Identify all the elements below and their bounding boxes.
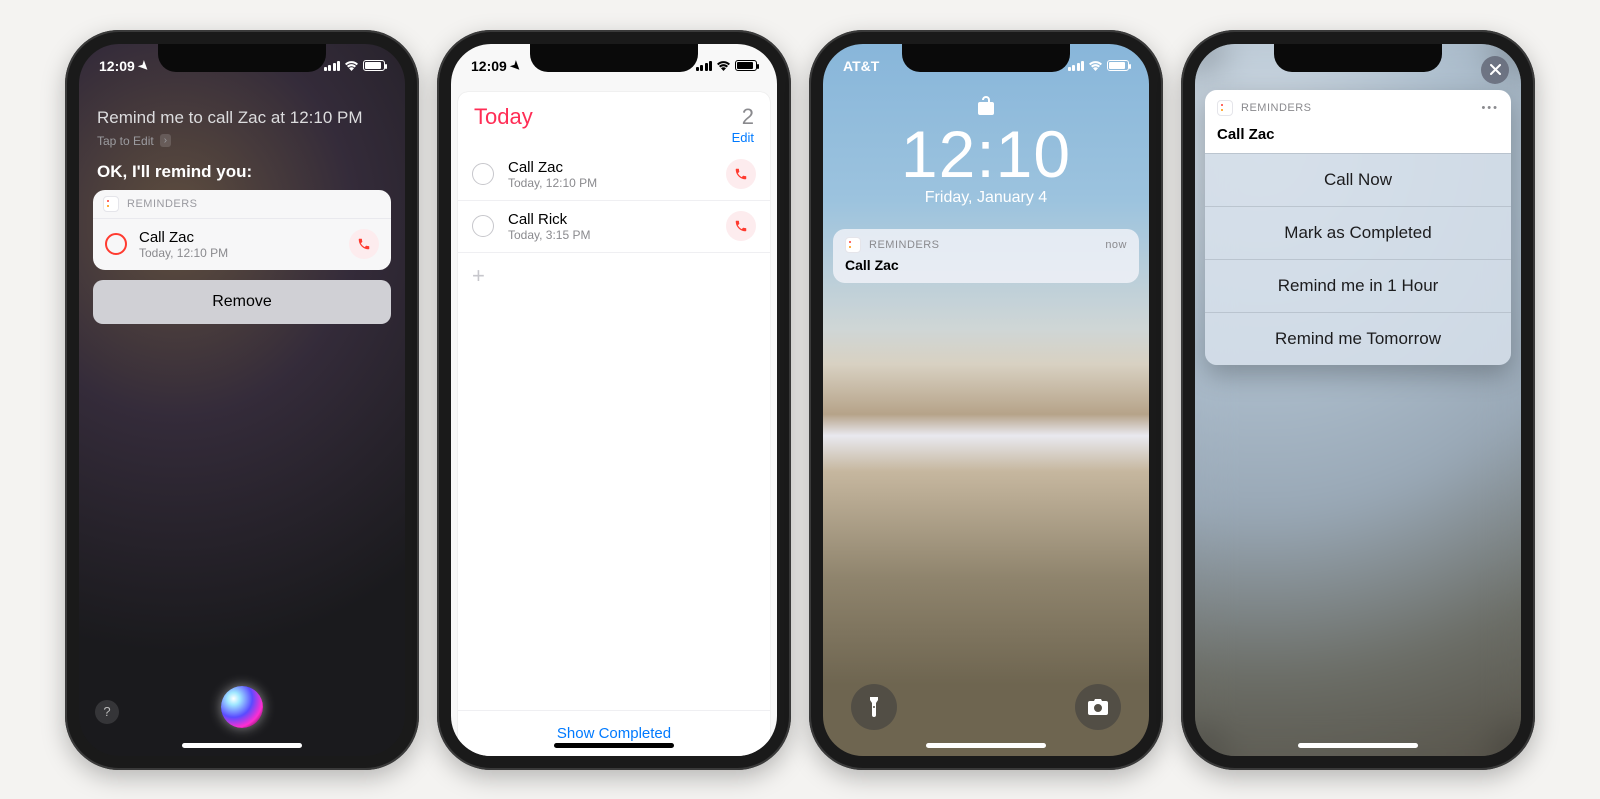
siri-response: OK, I'll remind you: <box>97 162 387 182</box>
action-call-now[interactable]: Call Now <box>1205 153 1511 206</box>
phone-notification-expanded: REMINDERS ••• Call Zac Call Now Mark as … <box>1181 30 1535 770</box>
reminder-subtitle: Today, 12:10 PM <box>508 176 597 190</box>
reminder-checkbox[interactable] <box>472 163 494 185</box>
siri-help-button[interactable]: ? <box>95 700 119 724</box>
lock-time: 12:10 <box>901 121 1071 187</box>
reminders-app-icon <box>103 196 119 212</box>
card-app-label: REMINDERS <box>127 198 198 210</box>
reminder-title: Call Zac <box>508 159 597 176</box>
action-remind-1h[interactable]: Remind me in 1 Hour <box>1205 259 1511 312</box>
more-icon[interactable]: ••• <box>1481 102 1499 114</box>
phone-icon[interactable] <box>726 211 756 241</box>
add-reminder-button[interactable]: + <box>458 253 770 299</box>
reminder-title: Call Zac <box>139 229 228 246</box>
camera-button[interactable] <box>1075 684 1121 730</box>
list-item[interactable]: Call Zac Today, 12:10 PM <box>458 149 770 201</box>
notch <box>902 44 1070 72</box>
notification-card: REMINDERS ••• Call Zac Call Now Mark as … <box>1205 90 1511 365</box>
close-button[interactable] <box>1481 56 1509 84</box>
status-carrier: AT&T <box>843 58 879 74</box>
battery-icon <box>363 60 385 71</box>
battery-icon <box>735 60 757 71</box>
card-app-label: REMINDERS <box>1241 102 1312 114</box>
notch <box>530 44 698 72</box>
wifi-icon <box>716 58 731 74</box>
phone-reminders: 12:09 ➤ Today 2 Edit <box>437 30 791 770</box>
reminders-app-icon <box>1217 100 1233 116</box>
location-icon: ➤ <box>507 57 524 74</box>
wifi-icon <box>1088 58 1103 74</box>
reminder-subtitle: Today, 12:10 PM <box>139 246 228 260</box>
remove-button[interactable]: Remove <box>93 280 391 324</box>
card-time-label: now <box>1105 239 1127 251</box>
notification-title: Call Zac <box>1217 126 1499 143</box>
siri-tap-to-edit[interactable]: Tap to Edit › <box>93 134 391 148</box>
phone-icon[interactable] <box>349 229 379 259</box>
notch <box>158 44 326 72</box>
phone-lockscreen: AT&T 12:10 Friday, January 4 <box>809 30 1163 770</box>
home-indicator[interactable] <box>1298 743 1418 748</box>
wifi-icon <box>344 58 359 74</box>
home-indicator[interactable] <box>554 743 674 748</box>
signal-icon <box>1068 61 1085 71</box>
phone-siri: 12:09 ➤ Remind me to call Zac at 12:10 P… <box>65 30 419 770</box>
action-remind-tomorrow[interactable]: Remind me Tomorrow <box>1205 312 1511 365</box>
reminders-app-icon <box>845 237 861 253</box>
flashlight-button[interactable] <box>851 684 897 730</box>
reminder-checkbox[interactable] <box>472 215 494 237</box>
home-indicator[interactable] <box>182 743 302 748</box>
action-mark-completed[interactable]: Mark as Completed <box>1205 206 1511 259</box>
siri-query: Remind me to call Zac at 12:10 PM <box>93 108 391 128</box>
signal-icon <box>696 61 713 71</box>
phone-icon[interactable] <box>726 159 756 189</box>
show-completed-button[interactable]: Show Completed <box>458 710 770 756</box>
lock-date: Friday, January 4 <box>925 189 1047 207</box>
list-count: 2 <box>732 104 754 130</box>
list-item[interactable]: Call Rick Today, 3:15 PM <box>458 201 770 253</box>
lock-notification[interactable]: REMINDERS now Call Zac <box>833 229 1139 283</box>
notch <box>1274 44 1442 72</box>
list-title: Today <box>474 104 533 130</box>
location-icon: ➤ <box>135 57 152 74</box>
signal-icon <box>324 61 341 71</box>
edit-button[interactable]: Edit <box>732 130 754 145</box>
status-time: 12:09 <box>99 58 135 74</box>
siri-reminder-card[interactable]: REMINDERS Call Zac Today, 12:10 PM <box>93 190 391 270</box>
siri-tap-label: Tap to Edit <box>97 134 154 148</box>
reminder-subtitle: Today, 3:15 PM <box>508 228 591 242</box>
reminder-title: Call Rick <box>508 211 591 228</box>
siri-orb-icon[interactable] <box>221 686 263 728</box>
status-time: 12:09 <box>471 58 507 74</box>
home-indicator[interactable] <box>926 743 1046 748</box>
card-app-label: REMINDERS <box>869 239 940 251</box>
notification-title: Call Zac <box>845 257 1127 273</box>
reminder-checkbox[interactable] <box>105 233 127 255</box>
chevron-right-icon: › <box>160 134 171 147</box>
battery-icon <box>1107 60 1129 71</box>
